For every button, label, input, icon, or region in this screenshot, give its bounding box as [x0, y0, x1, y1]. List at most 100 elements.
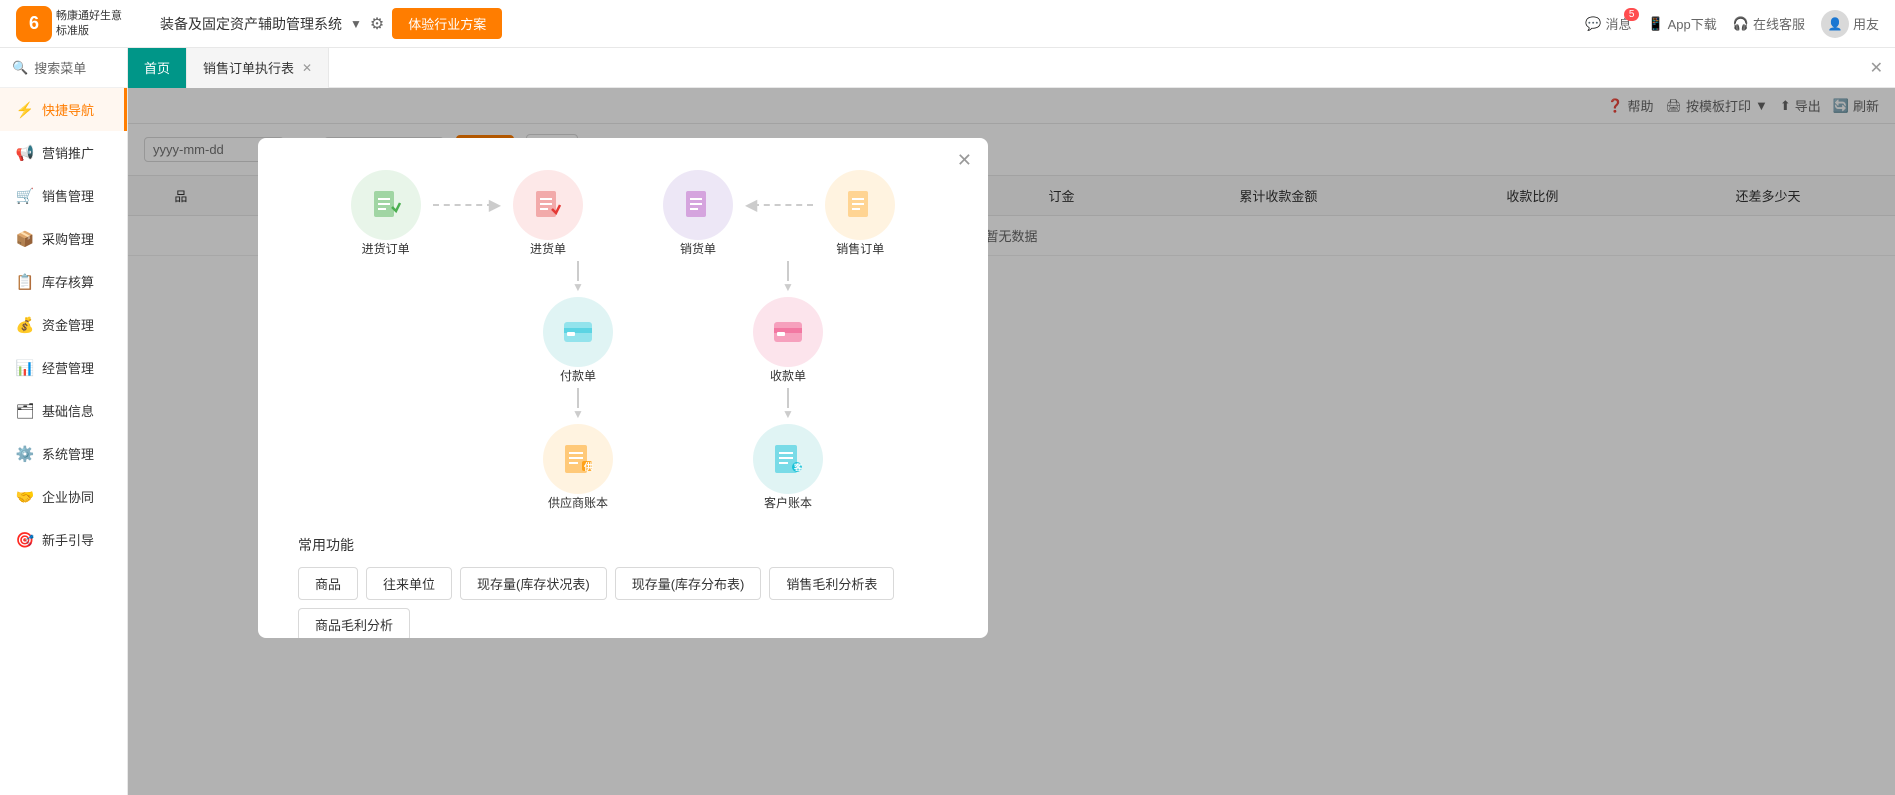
- func-btn-sales-profit[interactable]: 销售毛利分析表: [769, 567, 894, 600]
- close-all-tabs-btn[interactable]: ✕: [1870, 58, 1883, 78]
- common-functions: 常用功能 商品 往来单位 现存量(库存状况表) 现存量(库存分布表) 销售毛利分…: [298, 535, 948, 638]
- sidebar-item-quick-nav[interactable]: ⚡ 快捷导航: [0, 88, 127, 131]
- node-receipt[interactable]: 收款单: [748, 297, 828, 384]
- headset-icon: 🎧: [1733, 16, 1749, 32]
- finance-icon: 💰: [16, 316, 34, 334]
- search-menu-btn[interactable]: 🔍 搜索菜单: [0, 48, 127, 88]
- sidebar-item-finance[interactable]: 💰 资金管理: [0, 303, 127, 346]
- quick-nav-icon: ⚡: [16, 101, 34, 119]
- sidebar-item-system[interactable]: ⚙️ 系统管理: [0, 432, 127, 475]
- node-payment[interactable]: 付款单: [538, 297, 618, 384]
- online-service-btn[interactable]: 🎧 在线客服: [1733, 14, 1805, 33]
- receipt-label: 收款单: [770, 367, 806, 384]
- purchase-receipt-icon: [513, 170, 583, 240]
- node-sales-invoice[interactable]: 销货单: [663, 170, 733, 257]
- sales-invoice-label: 销货单: [680, 240, 716, 257]
- app-download-btn[interactable]: 📱 App下载: [1647, 14, 1716, 33]
- tab-sales-order-exec[interactable]: 销售订单执行表 ✕: [187, 48, 329, 88]
- system-title: 装备及固定资产辅助管理系统 ▼ ⚙: [160, 14, 384, 34]
- payment-icon: [543, 297, 613, 367]
- svg-text:客: 客: [793, 462, 803, 472]
- basic-info-icon: 🗂: [16, 402, 34, 420]
- message-badge: 5: [1624, 8, 1640, 21]
- flow-row-1: 进货订单 ▶: [298, 170, 948, 257]
- marketing-icon: 📢: [16, 144, 34, 162]
- node-sales-order[interactable]: 销售订单: [825, 170, 895, 257]
- node-purchase-order[interactable]: 进货订单: [351, 170, 421, 257]
- guide-icon: 🎯: [16, 531, 34, 549]
- flow-row-2: 付款单: [298, 297, 948, 384]
- enterprise-icon: 🤝: [16, 488, 34, 506]
- func-btn-partner[interactable]: 往来单位: [366, 567, 452, 600]
- func-btn-stock-dist[interactable]: 现存量(库存分布表): [615, 567, 762, 600]
- sidebar-item-operations[interactable]: 📊 经营管理: [0, 346, 127, 389]
- payment-label: 付款单: [560, 367, 596, 384]
- purchase-receipt-label: 进货单: [530, 240, 566, 257]
- system-dropdown-btn[interactable]: ▼: [350, 17, 362, 31]
- sidebar: 🔍 搜索菜单 ⚡ 快捷导航 📢 营销推广 🛒 销售管理 📦 采购管理 📋: [0, 48, 128, 795]
- search-icon: 🔍: [12, 60, 28, 76]
- modal-overlay[interactable]: ✕: [128, 88, 1895, 795]
- sidebar-item-inventory[interactable]: 📋 库存核算: [0, 260, 127, 303]
- customer-account-label: 客户账本: [764, 494, 812, 511]
- tab-actions: ✕: [1870, 58, 1895, 78]
- content-area: 首页 销售订单执行表 ✕ ✕ ❓: [128, 48, 1895, 795]
- sidebar-item-enterprise[interactable]: 🤝 企业协同: [0, 475, 127, 518]
- system-settings-btn[interactable]: ⚙: [370, 14, 384, 34]
- tab-home[interactable]: 首页: [128, 48, 187, 88]
- avatar: 👤: [1821, 10, 1849, 38]
- node-purchase-receipt[interactable]: 进货单: [513, 170, 583, 257]
- supplier-account-label: 供应商账本: [548, 494, 608, 511]
- customer-account-icon: 客: [753, 424, 823, 494]
- sidebar-item-basic-info[interactable]: 🗂 基础信息: [0, 389, 127, 432]
- message-btn[interactable]: 💬 消息 5: [1585, 14, 1631, 33]
- svg-text:供: 供: [583, 461, 593, 472]
- arrow-h-1: ▶: [433, 195, 501, 215]
- node-customer-account[interactable]: 客 客户账本: [748, 424, 828, 511]
- node-supplier-account[interactable]: 供 供应商账本: [538, 424, 618, 511]
- common-functions-title: 常用功能: [298, 535, 948, 555]
- func-buttons-row1: 商品 往来单位 现存量(库存状况表) 现存量(库存分布表) 销售毛利分析表 商品…: [298, 567, 948, 638]
- sales-order-icon: [825, 170, 895, 240]
- tab-close-btn[interactable]: ✕: [302, 61, 312, 75]
- operations-icon: 📊: [16, 359, 34, 377]
- sidebar-item-sales[interactable]: 🛒 销售管理: [0, 174, 127, 217]
- trial-btn[interactable]: 体验行业方案: [392, 8, 502, 39]
- message-icon: 💬: [1585, 16, 1601, 32]
- purchase-order-label: 进货订单: [362, 240, 410, 257]
- logo-icon: 6: [16, 6, 52, 42]
- purchase-order-icon: [351, 170, 421, 240]
- inventory-icon: 📋: [16, 273, 34, 291]
- func-btn-stock-status[interactable]: 现存量(库存状况表): [460, 567, 607, 600]
- logo-area: 6 畅康通好生意 标准版: [16, 6, 144, 42]
- sidebar-item-marketing[interactable]: 📢 营销推广: [0, 131, 127, 174]
- main-area: 🔍 搜索菜单 ⚡ 快捷导航 📢 营销推广 🛒 销售管理 📦 采购管理 📋: [0, 48, 1895, 795]
- flow-diagram: 进货订单 ▶: [298, 170, 948, 527]
- quick-nav-modal: ✕: [258, 138, 988, 638]
- receipt-icon: [753, 297, 823, 367]
- system-name: 装备及固定资产辅助管理系统: [160, 14, 342, 34]
- tab-bar: 首页 销售订单执行表 ✕ ✕: [128, 48, 1895, 88]
- content-body: ❓ 帮助 🖨 按模板打印 ▼ ⬆ 导出 🔄: [128, 88, 1895, 795]
- top-right: 💬 消息 5 📱 App下载 🎧 在线客服 👤 用友: [1585, 10, 1879, 38]
- app-container: 6 畅康通好生意 标准版 装备及固定资产辅助管理系统 ▼ ⚙ 体验行业方案 💬 …: [0, 0, 1895, 795]
- func-btn-product-profit[interactable]: 商品毛利分析: [298, 608, 410, 638]
- func-btn-product[interactable]: 商品: [298, 567, 358, 600]
- sidebar-item-guide[interactable]: 🎯 新手引导: [0, 518, 127, 561]
- system-icon: ⚙️: [16, 445, 34, 463]
- sales-icon: 🛒: [16, 187, 34, 205]
- sales-order-label: 销售订单: [836, 240, 884, 257]
- flow-arrows-v2: ▼ ▼: [298, 388, 948, 420]
- sidebar-item-purchase[interactable]: 📦 采购管理: [0, 217, 127, 260]
- top-bar: 6 畅康通好生意 标准版 装备及固定资产辅助管理系统 ▼ ⚙ 体验行业方案 💬 …: [0, 0, 1895, 48]
- user-menu[interactable]: 👤 用友: [1821, 10, 1879, 38]
- modal-close-btn[interactable]: ✕: [957, 150, 972, 171]
- arrow-h-2: ◀: [745, 195, 813, 215]
- logo-text: 畅康通好生意 标准版: [56, 9, 122, 38]
- flow-row-3: 供 供应商账本: [298, 424, 948, 511]
- phone-icon: 📱: [1647, 16, 1663, 32]
- purchase-icon: 📦: [16, 230, 34, 248]
- supplier-account-icon: 供: [543, 424, 613, 494]
- flow-arrows-v: ▼ ▼: [298, 261, 948, 293]
- sales-invoice-icon: [663, 170, 733, 240]
